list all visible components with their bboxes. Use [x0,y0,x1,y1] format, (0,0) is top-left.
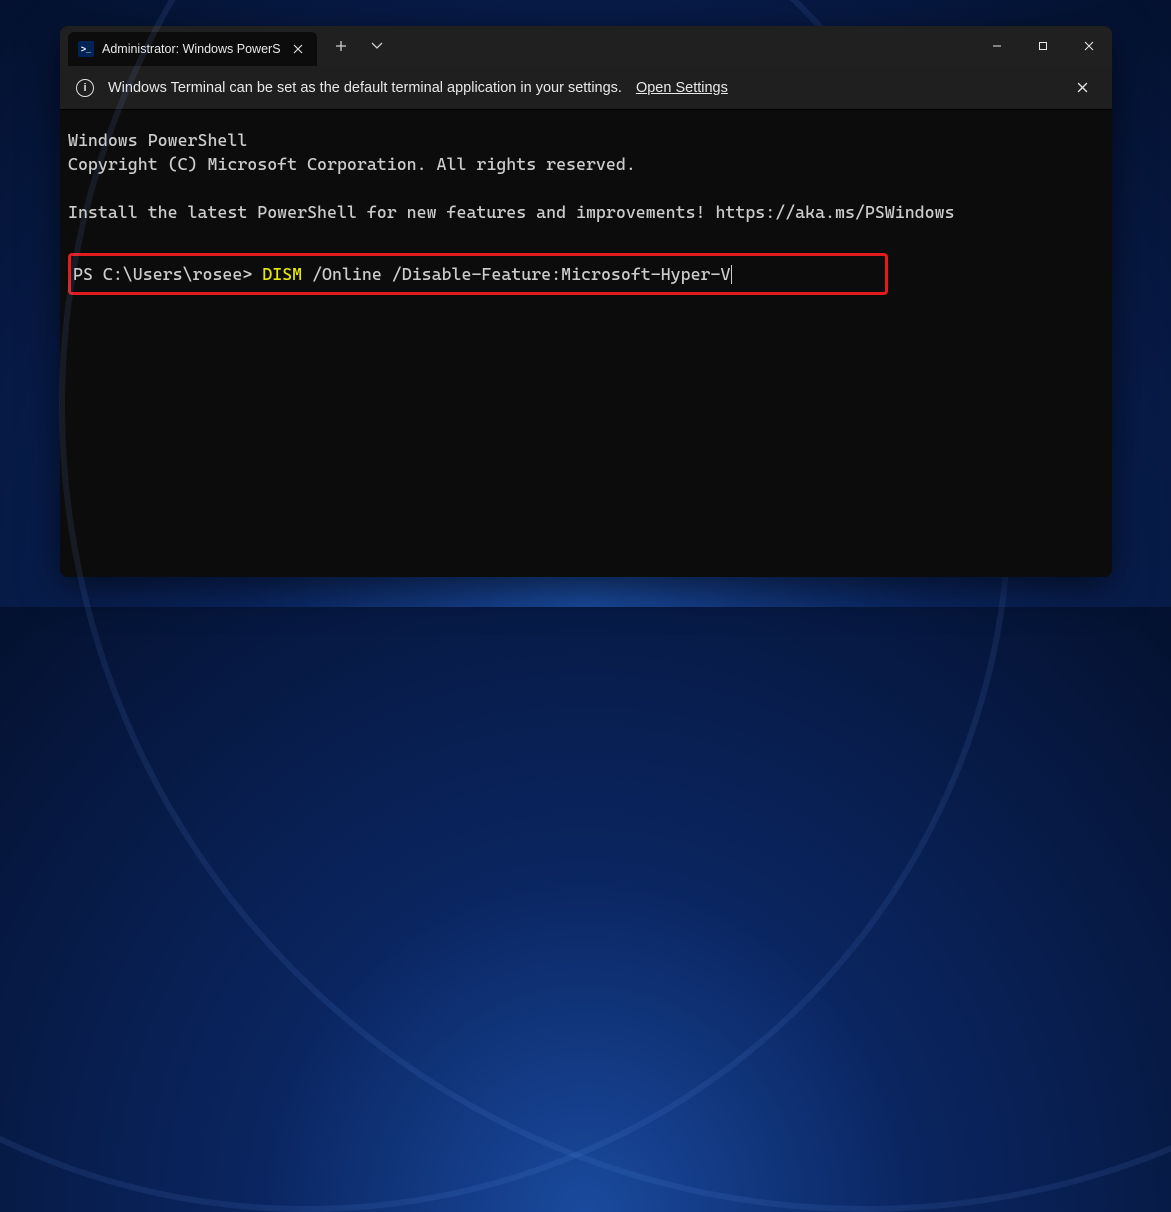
maximize-button[interactable] [1020,26,1066,66]
powershell-icon: >_ [78,41,94,57]
infobar-dismiss-button[interactable] [1068,74,1096,102]
command-name: DISM [262,264,312,284]
minimize-button[interactable] [974,26,1020,66]
tab-title: Administrator: Windows PowerS [102,42,281,56]
command-args: /Online /Disable-Feature:Microsoft-Hyper… [312,264,730,284]
tab-actions [317,26,401,66]
close-button[interactable] [1066,26,1112,66]
prompt-text: PS C:\Users\rosee> [73,264,262,284]
term-line: Windows PowerShell [68,130,247,150]
text-cursor [731,265,732,284]
tab-close-button[interactable] [289,40,307,58]
tab-powershell[interactable]: >_ Administrator: Windows PowerS [68,32,317,66]
default-terminal-infobar: i Windows Terminal can be set as the def… [60,66,1112,110]
tab-dropdown-button[interactable] [361,30,393,62]
titlebar-drag-region[interactable] [401,26,974,66]
infobar-message: Windows Terminal can be set as the defau… [108,80,622,96]
term-line: Install the latest PowerShell for new fe… [68,202,955,222]
terminal-viewport[interactable]: Windows PowerShell Copyright (C) Microso… [60,110,1112,577]
command-highlight-annotation: PS C:\Users\rosee> DISM /Online /Disable… [68,253,888,295]
tab-strip: >_ Administrator: Windows PowerS [60,26,317,66]
terminal-window: >_ Administrator: Windows PowerS [60,26,1112,577]
term-line: Copyright (C) Microsoft Corporation. All… [68,154,636,174]
new-tab-button[interactable] [325,30,357,62]
titlebar: >_ Administrator: Windows PowerS [60,26,1112,66]
open-settings-link[interactable]: Open Settings [636,80,728,96]
window-controls [974,26,1112,66]
info-icon: i [76,79,94,97]
